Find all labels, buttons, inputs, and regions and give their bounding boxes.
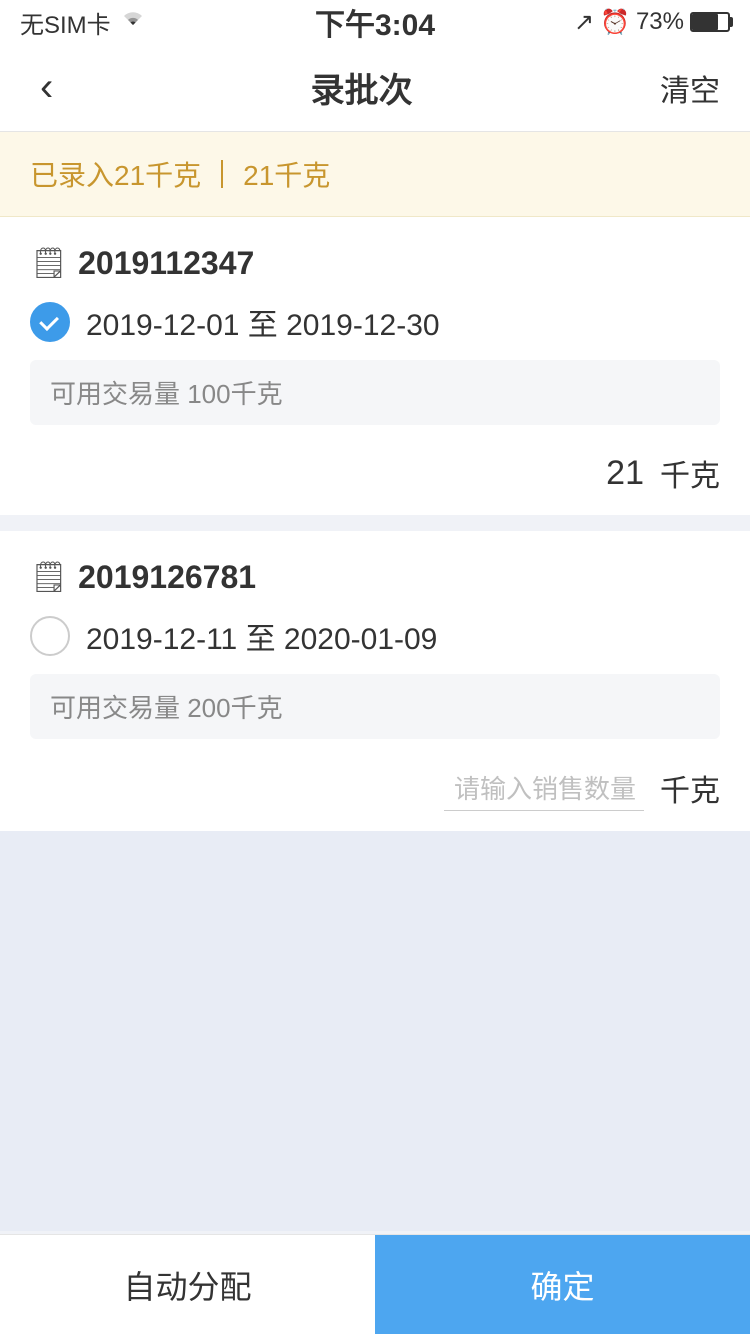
wifi-icon <box>119 8 147 36</box>
batch-2-qty-row: 千克 <box>0 755 750 831</box>
batch-2-id: 2019126781 <box>78 559 256 596</box>
batch-1-qty-value: 21 <box>606 454 644 493</box>
summary-divider <box>221 160 223 188</box>
clear-button[interactable]: 清空 <box>660 66 720 110</box>
status-time: 下午3:04 <box>315 0 435 44</box>
status-bar: 无SIM卡 下午3:04 ↗ ⏰ 73% <box>0 0 750 44</box>
battery-icon <box>690 12 730 32</box>
batch-1-date: 2019-12-01 至 2019-12-30 <box>86 300 440 344</box>
batch-2-unit: 千克 <box>660 766 720 810</box>
confirm-button[interactable]: 确定 <box>375 1235 750 1334</box>
batch-1-date-row[interactable]: 2019-12-01 至 2019-12-30 <box>0 292 750 352</box>
battery-percent: 73% <box>636 8 684 36</box>
batch-2-date: 2019-12-11 至 2020-01-09 <box>86 614 437 658</box>
auto-distribute-button[interactable]: 自动分配 <box>0 1235 375 1334</box>
status-right: ↗ ⏰ 73% <box>574 8 730 37</box>
carrier-label: 无SIM卡 <box>20 5 111 40</box>
page-title: 录批次 <box>311 63 413 112</box>
batch-2-radio[interactable] <box>30 616 70 656</box>
batch-card-1: 🗒 2019112347 2019-12-01 至 2019-12-30 可用交… <box>0 217 750 515</box>
nav-bar: ‹ 录批次 清空 <box>0 44 750 132</box>
batch-id-icon-1: 🗒 <box>30 246 68 281</box>
batch-1-radio[interactable] <box>30 302 70 342</box>
batch-2-availability: 可用交易量 200千克 <box>30 674 720 739</box>
footer: 自动分配 确定 <box>0 1234 750 1334</box>
back-button[interactable]: ‹ <box>30 55 63 120</box>
batch-1-availability: 可用交易量 100千克 <box>30 360 720 425</box>
card-separator <box>0 515 750 531</box>
summary-value: 21千克 <box>243 154 330 194</box>
location-icon: ↗ <box>574 8 594 37</box>
batch-id-icon-2: 🗒 <box>30 560 68 595</box>
batch-1-id: 2019112347 <box>78 245 254 282</box>
summary-label: 已录入21千克 <box>30 154 201 194</box>
summary-banner: 已录入21千克 21千克 <box>0 132 750 217</box>
status-left: 无SIM卡 <box>20 5 147 40</box>
batch-2-header: 🗒 2019126781 <box>0 531 750 606</box>
alarm-icon: ⏰ <box>600 8 630 37</box>
batch-1-qty-row: 21 千克 <box>0 441 750 515</box>
batch-1-header: 🗒 2019112347 <box>0 217 750 292</box>
batch-1-unit: 千克 <box>660 451 720 495</box>
batch-2-date-row[interactable]: 2019-12-11 至 2020-01-09 <box>0 606 750 666</box>
batch-2-qty-input[interactable] <box>444 765 644 811</box>
bottom-space <box>0 831 750 1231</box>
batch-card-2: 🗒 2019126781 2019-12-11 至 2020-01-09 可用交… <box>0 531 750 831</box>
